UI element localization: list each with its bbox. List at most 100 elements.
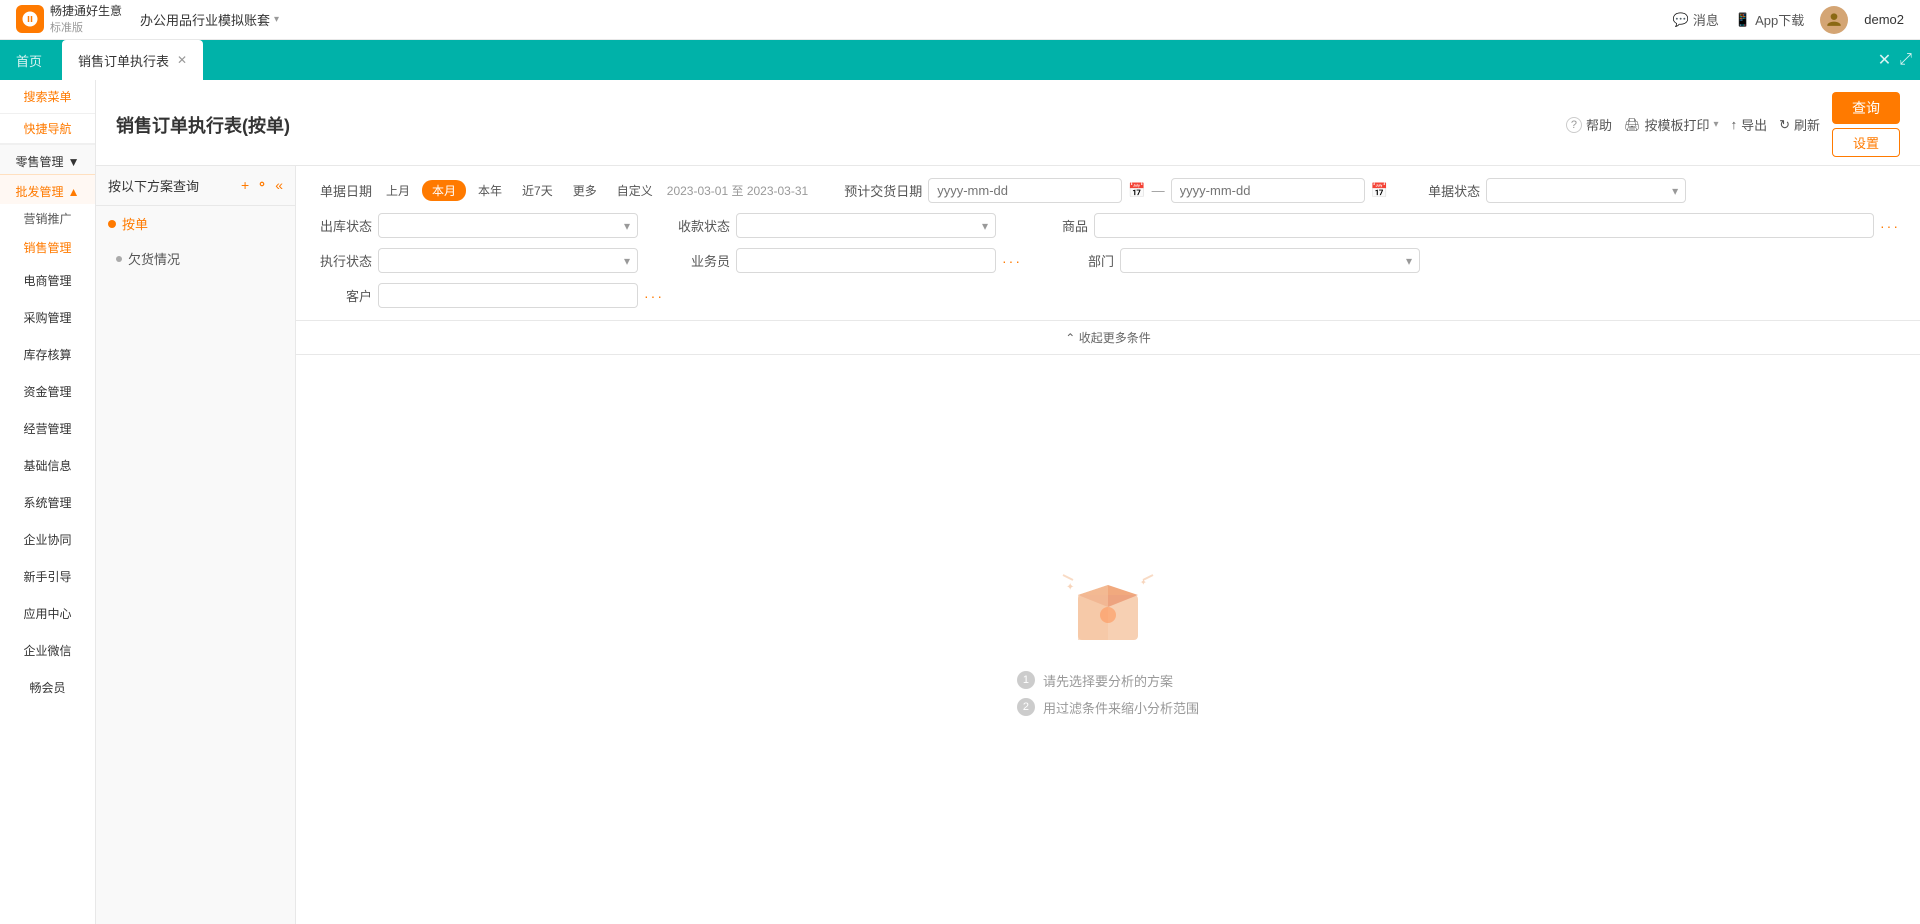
sidebar-item-newbie[interactable]: 新手引导 bbox=[0, 558, 95, 595]
expand-icon[interactable]: ⤢ bbox=[1899, 51, 1912, 69]
expected-date-to[interactable] bbox=[1171, 178, 1365, 203]
sidebar-item-wechat[interactable]: 企业微信 bbox=[0, 632, 95, 669]
solution-item-按单[interactable]: 按单 bbox=[96, 206, 295, 241]
logo-icon bbox=[16, 5, 44, 33]
solution-add-btn[interactable]: + bbox=[241, 177, 249, 194]
setup-button[interactable]: 设置 bbox=[1832, 128, 1900, 157]
collapse-bar[interactable]: ⌃ 收起更多条件 bbox=[296, 321, 1920, 355]
solution-item-欠货情况[interactable]: 欠货情况 bbox=[96, 241, 295, 276]
close-all-icon[interactable]: ✕ bbox=[1878, 50, 1891, 70]
date-control: 单据日期 上月 本月 本年 近7天 更多 自定义 2023-03-01 至 20… bbox=[316, 180, 808, 201]
tab-home[interactable]: 首页 bbox=[0, 40, 58, 80]
app-center-label: 应用中心 bbox=[23, 605, 71, 622]
shipment-select[interactable] bbox=[378, 213, 638, 238]
sidebar-item-enterprise[interactable]: 企业协同 bbox=[0, 521, 95, 558]
purchase-label: 采购管理 bbox=[23, 309, 71, 326]
export-label: 导出 bbox=[1741, 115, 1767, 134]
wholesale-arrow: ▲ bbox=[68, 185, 80, 199]
retail-arrow: ▼ bbox=[68, 155, 80, 169]
sidebar-item-operations[interactable]: 经营管理 bbox=[0, 410, 95, 447]
calendar-to-icon[interactable]: 📅 bbox=[1371, 182, 1388, 199]
content-panel: 销售订单执行表(按单) ? 帮助 🖨 按模板打印 ▾ ↑ 导出 ↻ 刷新 bbox=[96, 80, 1920, 924]
department-select[interactable] bbox=[1120, 248, 1420, 273]
sidebar-item-ecommerce[interactable]: 电商管理 bbox=[0, 262, 95, 299]
payment-control: 收款状态 bbox=[674, 213, 996, 238]
solution-dot-2 bbox=[116, 256, 122, 262]
filter-row-1: 单据日期 上月 本月 本年 近7天 更多 自定义 2023-03-01 至 20… bbox=[316, 178, 1900, 203]
sidebar-item-app-center[interactable]: 应用中心 bbox=[0, 595, 95, 632]
sidebar-item-system[interactable]: 系统管理 bbox=[0, 484, 95, 521]
export-btn[interactable]: ↑ 导出 bbox=[1731, 115, 1768, 134]
execution-select[interactable] bbox=[378, 248, 638, 273]
operations-label: 经营管理 bbox=[23, 420, 71, 437]
solution-collapse-btn[interactable]: « bbox=[275, 177, 283, 194]
status-select-wrapper bbox=[1486, 178, 1686, 203]
logo-text: 畅捷通好生意 bbox=[50, 4, 122, 18]
date-tab-this-month[interactable]: 本月 bbox=[422, 180, 466, 201]
sidebar-quick[interactable]: 快捷导航 bbox=[0, 114, 95, 144]
sidebar-item-basic-info[interactable]: 基础信息 bbox=[0, 447, 95, 484]
goods-control: 商品 ··· bbox=[1032, 213, 1900, 238]
refresh-btn[interactable]: ↻ 刷新 bbox=[1779, 115, 1820, 134]
avatar[interactable] bbox=[1820, 6, 1848, 34]
solution-edit-btn[interactable] bbox=[255, 177, 269, 194]
main-area: 搜索菜单 快捷导航 零售管理 ▼ 批发管理 ▲ 营销推广 销售管理 电商管理 采… bbox=[0, 80, 1920, 924]
step-num-1: 1 bbox=[1017, 671, 1035, 689]
expected-date-from[interactable] bbox=[928, 178, 1122, 203]
customer-input[interactable] bbox=[378, 283, 638, 308]
newbie-label: 新手引导 bbox=[23, 568, 71, 585]
date-tab-custom[interactable]: 自定义 bbox=[609, 180, 661, 201]
payment-select[interactable] bbox=[736, 213, 996, 238]
sidebar-item-wholesale[interactable]: 批发管理 ▲ bbox=[0, 174, 95, 204]
sidebar-item-sales-mgmt[interactable]: 销售管理 bbox=[0, 233, 95, 262]
sidebar-item-member[interactable]: 畅会员 bbox=[0, 669, 95, 706]
department-select-wrapper bbox=[1120, 248, 1420, 273]
date-tab-more[interactable]: 更多 bbox=[565, 180, 605, 201]
date-tab-last7[interactable]: 近7天 bbox=[514, 180, 561, 201]
empty-step-2: 2 用过滤条件来缩小分析范围 bbox=[1017, 698, 1199, 717]
sidebar-item-finance[interactable]: 资金管理 bbox=[0, 373, 95, 410]
sidebar-item-retail[interactable]: 零售管理 ▼ bbox=[0, 144, 95, 174]
tab-home-label: 首页 bbox=[16, 51, 42, 70]
tab-bar-right: ✕ ⤢ bbox=[1878, 50, 1920, 70]
tab-sales-execution[interactable]: 销售订单执行表 ✕ bbox=[62, 40, 203, 80]
empty-step-1: 1 请先选择要分析的方案 bbox=[1017, 671, 1199, 690]
app-download-action[interactable]: 📱 App下载 bbox=[1735, 10, 1804, 29]
salesperson-more-icon[interactable]: ··· bbox=[1002, 253, 1022, 269]
goods-input[interactable] bbox=[1094, 213, 1874, 238]
sidebar-search[interactable]: 搜索菜单 bbox=[0, 80, 95, 114]
inventory-label: 库存核算 bbox=[23, 346, 71, 363]
date-tab-this-year[interactable]: 本年 bbox=[470, 180, 510, 201]
message-action[interactable]: 💬 消息 bbox=[1673, 10, 1719, 29]
app-label: App下载 bbox=[1755, 10, 1804, 29]
page-title: 销售订单执行表(按单) bbox=[116, 112, 290, 138]
solution-label-欠货情况: 欠货情况 bbox=[128, 249, 180, 268]
status-select[interactable] bbox=[1486, 178, 1686, 203]
date-tab-last-month[interactable]: 上月 bbox=[378, 180, 418, 201]
enterprise-label: 企业协同 bbox=[23, 531, 71, 548]
help-label: 帮助 bbox=[1586, 115, 1612, 134]
help-btn[interactable]: ? 帮助 bbox=[1566, 115, 1612, 134]
execution-select-wrapper bbox=[378, 248, 638, 273]
tab-close-icon[interactable]: ✕ bbox=[177, 53, 187, 67]
print-label: 按模板打印 bbox=[1645, 115, 1710, 134]
customer-control: 客户 ··· bbox=[316, 283, 664, 308]
salesperson-input[interactable] bbox=[736, 248, 996, 273]
refresh-label: 刷新 bbox=[1794, 115, 1820, 134]
nav-arrow: ▾ bbox=[274, 14, 279, 25]
nav-selector[interactable]: 办公用品行业模拟账套 ▾ bbox=[132, 10, 287, 29]
marketing-label: 营销推广 bbox=[23, 212, 71, 226]
export-icon: ↑ bbox=[1731, 117, 1738, 132]
sidebar-item-purchase[interactable]: 采购管理 bbox=[0, 299, 95, 336]
goods-more-icon[interactable]: ··· bbox=[1880, 218, 1900, 234]
calendar-from-icon[interactable]: 📅 bbox=[1128, 182, 1145, 199]
sidebar-item-marketing[interactable]: 营销推广 bbox=[0, 204, 95, 233]
wholesale-label: 批发管理 bbox=[16, 183, 64, 200]
date-range-text: 2023-03-01 至 2023-03-31 bbox=[667, 182, 808, 199]
query-button[interactable]: 查询 bbox=[1832, 92, 1900, 124]
wechat-label: 企业微信 bbox=[23, 642, 71, 659]
print-btn[interactable]: 🖨 按模板打印 ▾ bbox=[1624, 115, 1719, 134]
sidebar-item-inventory[interactable]: 库存核算 bbox=[0, 336, 95, 373]
step-2-text: 用过滤条件来缩小分析范围 bbox=[1043, 698, 1199, 717]
customer-more-icon[interactable]: ··· bbox=[644, 288, 664, 304]
